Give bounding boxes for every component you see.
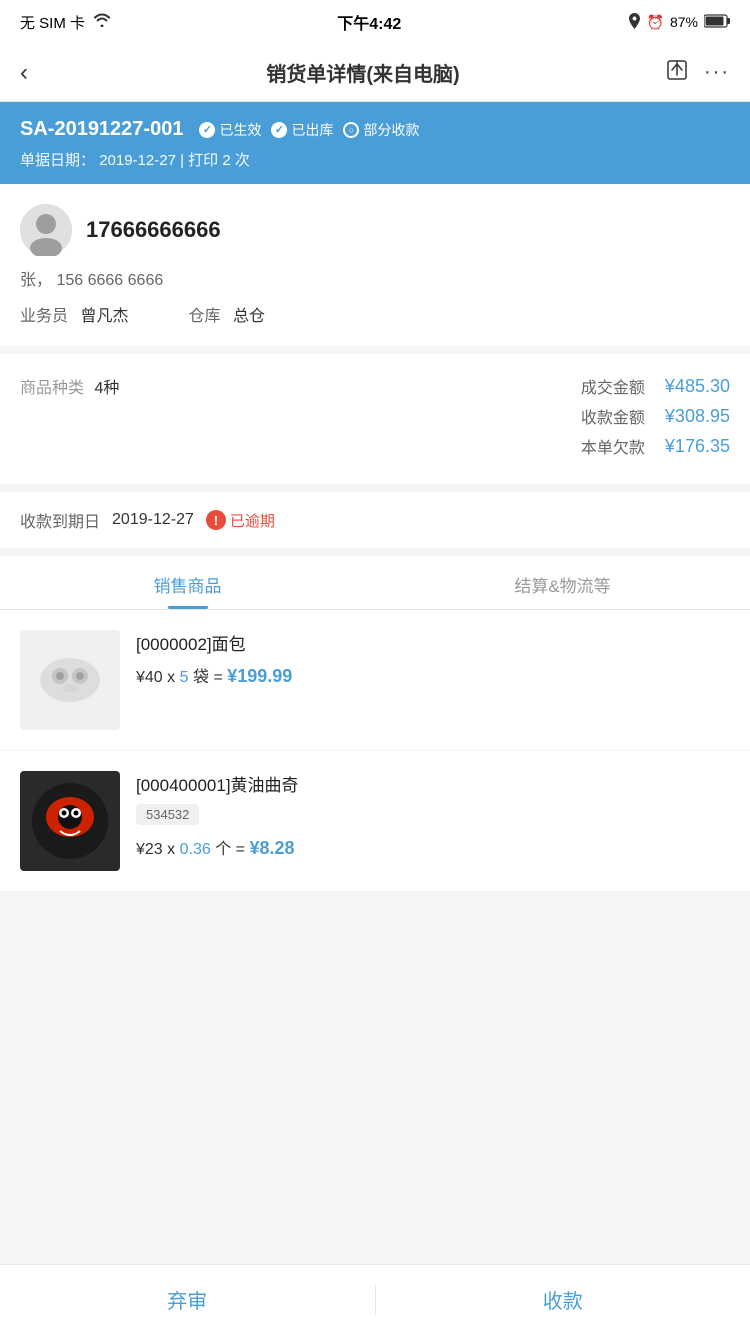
overdue-icon: ! <box>206 510 226 530</box>
order-id: SA-20191227-001 <box>20 118 183 141</box>
tabs-row: 销售商品 结算&物流等 <box>0 556 750 610</box>
avatar <box>20 204 72 256</box>
price-qty-2: 0.36 <box>180 841 211 858</box>
location-icon <box>628 13 641 32</box>
product-price-2: ¥23 x 0.36 个 = ¥8.28 <box>136 835 730 859</box>
price-unit-2: 个 <box>215 841 231 858</box>
alarm-icon: ⏰ <box>647 14 664 31</box>
status-badge-1: ✓ 已生效 <box>199 120 261 140</box>
customer-meta: 业务员 曾凡杰 仓库 总仓 <box>20 302 730 326</box>
date-label: 单据日期： <box>20 152 95 169</box>
tab-settlement[interactable]: 结算&物流等 <box>375 556 750 609</box>
summary-left: 商品种类 4种 <box>20 374 119 398</box>
sales-label: 业务员 <box>20 308 68 325</box>
warehouse-name: 总仓 <box>233 308 265 325</box>
status-bar: 无 SIM 卡 下午4:42 ⏰ 87% <box>0 0 750 44</box>
header-banner: SA-20191227-001 ✓ 已生效 ✓ 已出库 ○ 部分收款 单据日期：… <box>0 102 750 184</box>
product-info-2: [000400001]黄油曲奇 534532 ¥23 x 0.36 个 = ¥8… <box>136 771 730 859</box>
price-unit-1: 袋 <box>193 669 209 686</box>
page-title: 销货单详情(来自电脑) <box>60 58 666 87</box>
cancel-button[interactable]: 弃审 <box>0 1269 375 1330</box>
customer-phone: 17666666666 <box>86 217 221 243</box>
due-section: 收款到期日 2019-12-27 ! 已逾期 <box>0 492 750 548</box>
price-base-1: ¥40 <box>136 669 163 686</box>
battery-icon <box>704 14 730 31</box>
price-total-1: ¥199.99 <box>227 666 292 686</box>
sales-name: 曾凡杰 <box>80 308 128 325</box>
product-name-2: [000400001]黄油曲奇 <box>136 771 730 796</box>
sales-info: 业务员 曾凡杰 <box>20 302 128 326</box>
warehouse-label: 仓库 <box>188 308 220 325</box>
amount-value-3: ¥176.35 <box>665 436 730 457</box>
amount-value-2: ¥308.95 <box>665 406 730 427</box>
tab-sales-products[interactable]: 销售商品 <box>0 556 375 609</box>
customer-name-phone: 张， 156 6666 6666 <box>20 266 730 290</box>
more-icon[interactable]: ··· <box>704 61 730 84</box>
price-qty-1: 5 <box>180 669 189 686</box>
product-price-1: ¥40 x 5 袋 = ¥199.99 <box>136 663 730 687</box>
share-icon[interactable] <box>666 59 688 87</box>
check-icon-1: ✓ <box>199 122 215 138</box>
status-right: ⏰ 87% <box>628 13 730 32</box>
amount-row-1: 成交金额 ¥485.30 <box>581 374 730 398</box>
amount-label-2: 收款金额 <box>581 404 645 428</box>
list-item: [000400001]黄油曲奇 534532 ¥23 x 0.36 个 = ¥8… <box>0 751 750 892</box>
amount-value-1: ¥485.30 <box>665 376 730 397</box>
list-item: [0000002]面包 ¥40 x 5 袋 = ¥199.99 <box>0 610 750 751</box>
summary-right: 成交金额 ¥485.30 收款金额 ¥308.95 本单欠款 ¥176.35 <box>581 374 730 464</box>
product-info-1: [0000002]面包 ¥40 x 5 袋 = ¥199.99 <box>136 630 730 687</box>
order-date: 2019-12-27 <box>99 152 176 169</box>
check-icon-2: ✓ <box>271 122 287 138</box>
product-name-1: [0000002]面包 <box>136 630 730 655</box>
amount-row-3: 本单欠款 ¥176.35 <box>581 434 730 458</box>
summary-section: 商品种类 4种 成交金额 ¥485.30 收款金额 ¥308.95 本单欠款 ¥… <box>0 354 750 484</box>
status-time: 下午4:42 <box>337 10 401 34</box>
product-sku-badge: 534532 <box>136 804 199 825</box>
customer-section: 17666666666 张， 156 6666 6666 业务员 曾凡杰 仓库 … <box>0 184 750 346</box>
print-info: | 打印 2 次 <box>180 152 250 169</box>
banner-date-row: 单据日期： 2019-12-27 | 打印 2 次 <box>20 149 730 170</box>
overdue-text: 已逾期 <box>230 510 275 531</box>
product-image-2 <box>20 771 120 871</box>
amount-label-3: 本单欠款 <box>581 434 645 458</box>
status-left: 无 SIM 卡 <box>20 12 111 33</box>
tabs-section: 销售商品 结算&物流等 <box>0 556 750 610</box>
status-badge-3: ○ 部分收款 <box>343 120 419 140</box>
amount-row-2: 收款金额 ¥308.95 <box>581 404 730 428</box>
category-count: 4种 <box>94 380 119 397</box>
product-list: [0000002]面包 ¥40 x 5 袋 = ¥199.99 <box>0 610 750 892</box>
banner-row1: SA-20191227-001 ✓ 已生效 ✓ 已出库 ○ 部分收款 <box>20 118 730 141</box>
amount-label-1: 成交金额 <box>581 374 645 398</box>
summary-grid: 商品种类 4种 成交金额 ¥485.30 收款金额 ¥308.95 本单欠款 ¥… <box>20 374 730 464</box>
back-button[interactable]: ‹ <box>20 59 60 87</box>
category-label: 商品种类 <box>20 380 84 397</box>
warehouse-info: 仓库 总仓 <box>188 302 264 326</box>
nav-bar: ‹ 销货单详情(来自电脑) ··· <box>0 44 750 102</box>
due-date: 2019-12-27 <box>112 511 194 529</box>
status-badge-2: ✓ 已出库 <box>271 120 333 140</box>
nav-actions: ··· <box>666 59 730 87</box>
carrier-text: 无 SIM 卡 <box>20 12 85 33</box>
due-label: 收款到期日 <box>20 508 100 532</box>
collect-button[interactable]: 收款 <box>376 1269 750 1330</box>
price-base-2: ¥23 <box>136 841 163 858</box>
status-badges: ✓ 已生效 ✓ 已出库 ○ 部分收款 <box>199 120 419 140</box>
bottom-bar: 弃审 收款 <box>0 1264 750 1334</box>
battery-text: 87% <box>670 14 698 30</box>
wifi-icon <box>93 13 111 31</box>
clock-icon: ○ <box>343 122 359 138</box>
price-total-2: ¥8.28 <box>249 838 294 858</box>
product-image-1 <box>20 630 120 730</box>
overdue-badge: ! 已逾期 <box>206 510 275 531</box>
customer-row: 17666666666 <box>20 204 730 256</box>
